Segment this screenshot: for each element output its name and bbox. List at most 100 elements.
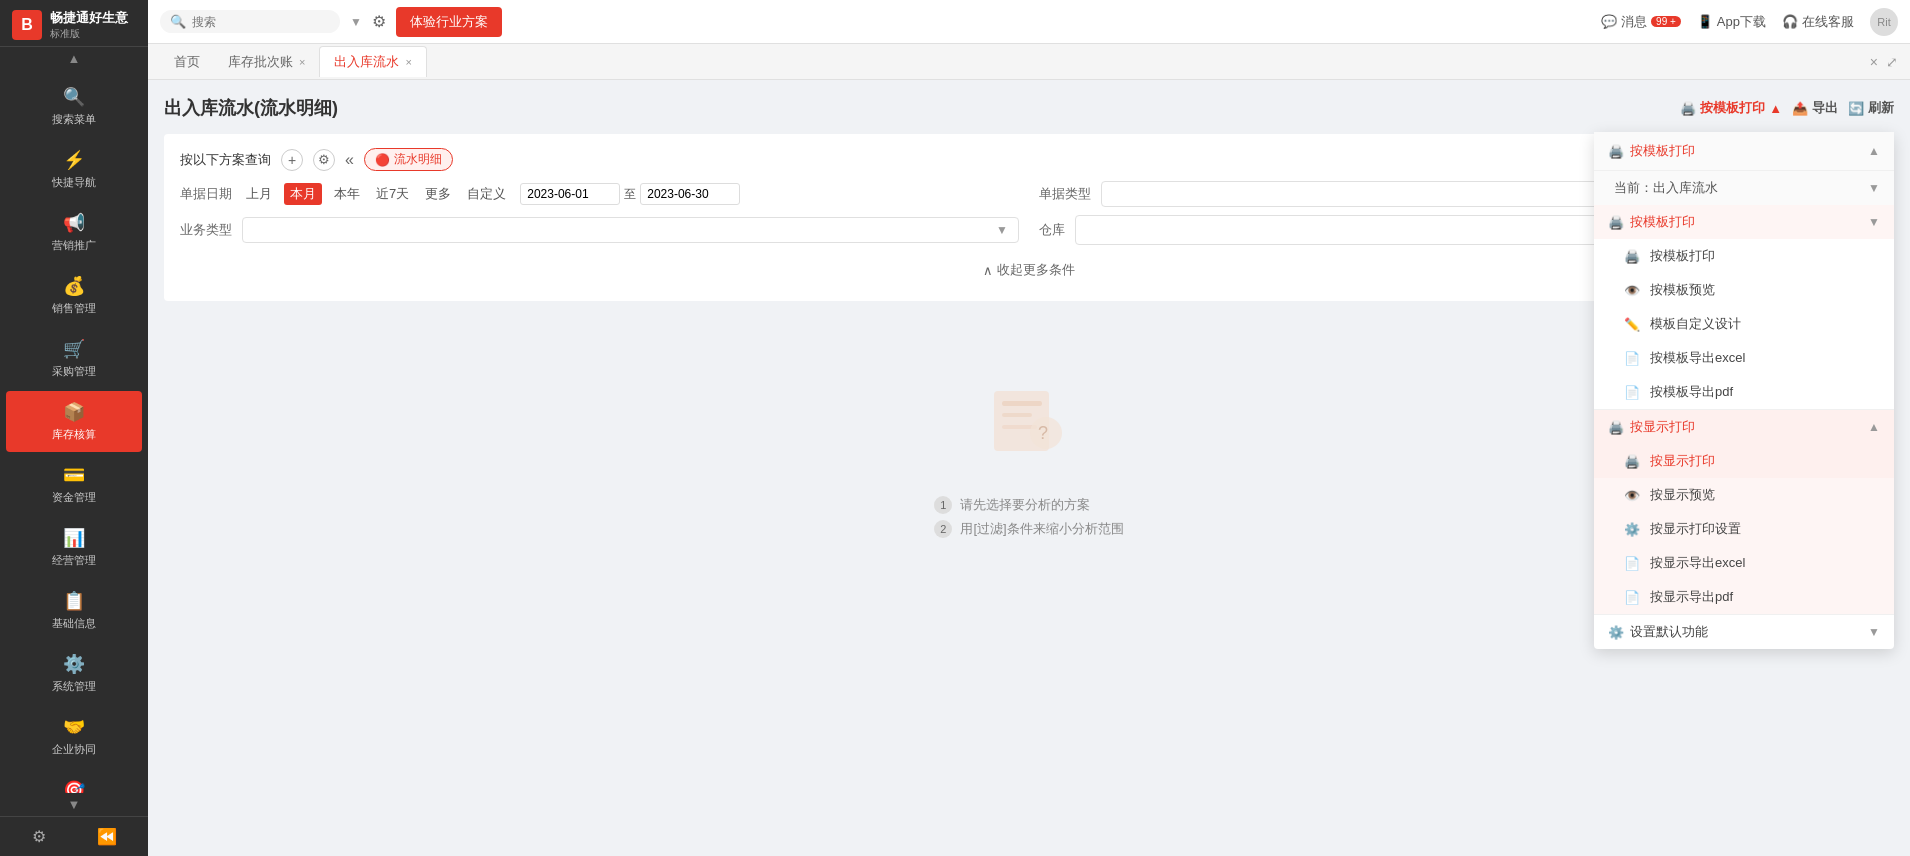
sidebar-item-collab[interactable]: 🤝 企业协同 [6,706,142,767]
print-template-btn[interactable]: 🖨️ 按模板打印 ▲ [1680,99,1782,117]
biz-type-select[interactable]: ▼ [242,217,1019,243]
sidebar-settings-btn[interactable]: ⚙ [32,827,46,846]
date-field: 单据日期 上月 本月 本年 近7天 更多 自定义 至 [180,183,1019,205]
dropdown-item-display-preview[interactable]: 👁️ 按显示预览 [1594,478,1894,512]
dropdown-item-display-settings[interactable]: ⚙️ 按显示打印设置 [1594,512,1894,546]
filter-add-btn[interactable]: + [281,149,303,171]
topbar-right: 💬 消息 99 + 📱 App下载 🎧 在线客服 Rit [1601,8,1898,36]
sidebar-item-operation[interactable]: 📊 经营管理 [6,517,142,578]
step-2-text: 用[过滤]条件来缩小分析范围 [960,520,1123,538]
trial-btn[interactable]: 体验行业方案 [396,7,502,37]
tab-flow-label: 出入库流水 [334,53,399,71]
date-opt-last-month[interactable]: 上月 [242,183,276,205]
messages-btn[interactable]: 💬 消息 99 + [1601,13,1681,31]
display-print-icon: 🖨️ [1624,454,1640,469]
sidebar-item-label: 库存核算 [52,427,96,442]
dropdown-item-display-excel[interactable]: 📄 按显示导出excel [1594,546,1894,580]
avatar-text: Rit [1877,16,1890,28]
dropdown-item-template-preview[interactable]: 👁️ 按模板预览 [1594,273,1894,307]
dropdown-item-template-pdf[interactable]: 📄 按模板导出pdf [1594,375,1894,409]
topbar-dropdown-icon[interactable]: ▼ [350,15,362,29]
date-opt-this-month[interactable]: 本月 [284,183,322,205]
dropdown-item-display-print[interactable]: 🖨️ 按显示打印 [1594,444,1894,478]
headset-icon: 🎧 [1782,14,1798,29]
date-range-start[interactable] [520,183,620,205]
date-range-end[interactable] [640,183,740,205]
dropdown-item-display-pdf[interactable]: 📄 按显示导出pdf [1594,580,1894,614]
dropdown-item-template-excel[interactable]: 📄 按模板导出excel [1594,341,1894,375]
sidebar-scroll-down[interactable]: ▼ [0,793,148,816]
customer-service-label: 在线客服 [1802,13,1854,31]
dropdown-collapse-arrow[interactable]: ▲ [1868,144,1880,158]
sidebar-item-finance[interactable]: 💳 资金管理 [6,454,142,515]
sidebar-item-sales[interactable]: 💰 销售管理 [6,265,142,326]
empty-step-2: 2 用[过滤]条件来缩小分析范围 [934,520,1123,538]
sales-icon: 💰 [63,275,85,297]
topbar-search[interactable]: 🔍 [160,10,340,33]
dropdown-current-item[interactable]: 当前：出入库流水 ▼ [1594,171,1894,205]
tab-flow[interactable]: 出入库流水 × [319,46,426,77]
tab-home[interactable]: 首页 [160,47,214,77]
date-opt-this-year[interactable]: 本年 [330,183,364,205]
svg-rect-1 [1002,401,1042,406]
step-2-num: 2 [934,520,952,538]
print-dropdown-arrow[interactable]: ▲ [1769,101,1782,116]
dropdown-item-template-custom[interactable]: ✏️ 模板自定义设计 [1594,307,1894,341]
dropdown-footer-title: ⚙️ 设置默认功能 [1608,623,1708,641]
display-excel-icon: 📄 [1624,556,1640,571]
filter-setting-btn[interactable]: ⚙ [313,149,335,171]
sidebar-item-basic[interactable]: 📋 基础信息 [6,580,142,641]
sidebar-item-label: 资金管理 [52,490,96,505]
print-dropdown-panel: 🖨️ 按模板打印 ▲ 当前：出入库流水 ▼ 🖨️ 按模板打印 [1594,132,1894,649]
avatar[interactable]: Rit [1870,8,1898,36]
operation-icon: 📊 [63,527,85,549]
quick-nav-icon: ⚡ [63,149,85,171]
tab-expand-icon[interactable]: ⤢ [1886,54,1898,70]
sidebar-item-label: 营销推广 [52,238,96,253]
filter-tag-flow[interactable]: 🔴 流水明细 [364,148,453,171]
sidebar-item-inventory[interactable]: 📦 库存核算 [6,391,142,452]
customer-service-btn[interactable]: 🎧 在线客服 [1782,13,1854,31]
main-area: 🔍 ▼ ⚙ 体验行业方案 💬 消息 99 + 📱 App下载 🎧 在线客服 [148,0,1910,856]
sidebar-collapse-btn[interactable]: ⏪ [97,827,117,846]
sidebar-item-guide[interactable]: 🎯 新手引导 [6,769,142,793]
sidebar-item-label: 企业协同 [52,742,96,757]
guide-icon: 🎯 [63,779,85,793]
message-badge: 99 + [1651,16,1681,27]
tab-batch-account-close[interactable]: × [299,56,305,68]
app-download-btn[interactable]: 📱 App下载 [1697,13,1766,31]
tab-close-all-icon[interactable]: × [1870,54,1878,70]
sidebar-item-purchase[interactable]: 🛒 采购管理 [6,328,142,389]
template-section-icon: 🖨️ [1608,215,1624,230]
date-opt-more[interactable]: 更多 [421,183,455,205]
footer-settings-icon: ⚙️ [1608,625,1624,640]
dropdown-display-header[interactable]: 🖨️ 按显示打印 ▲ [1594,410,1894,444]
refresh-btn[interactable]: 🔄 刷新 [1848,99,1894,117]
search-input[interactable] [192,15,312,29]
display-settings-icon: ⚙️ [1624,522,1640,537]
message-label: 消息 [1621,13,1647,31]
sidebar-item-system[interactable]: ⚙️ 系统管理 [6,643,142,704]
tab-batch-account[interactable]: 库存批次账 × [214,47,319,77]
dropdown-item-template-print[interactable]: 🖨️ 按模板打印 [1594,239,1894,273]
display-preview-label: 按显示预览 [1650,486,1880,504]
date-opt-last-7days[interactable]: 近7天 [372,183,413,205]
dropdown-footer[interactable]: ⚙️ 设置默认功能 ▼ [1594,615,1894,649]
date-opt-custom[interactable]: 自定义 [463,183,510,205]
export-btn[interactable]: 📤 导出 [1792,99,1838,117]
app-download-label: App下载 [1717,13,1766,31]
dropdown-display-title: 🖨️ 按显示打印 [1608,418,1695,436]
filter-collapse-icon[interactable]: « [345,151,354,169]
sidebar-item-quick-nav[interactable]: ⚡ 快捷导航 [6,139,142,200]
sidebar-scroll-up[interactable]: ▲ [0,47,148,70]
collab-icon: 🤝 [63,716,85,738]
sidebar-item-search-menu[interactable]: 🔍 搜索菜单 [6,76,142,137]
logo-main-text: 畅捷通好生意 [50,10,128,27]
tab-flow-close[interactable]: × [405,56,411,68]
biz-type-label: 业务类型 [180,221,232,239]
topbar-settings-icon[interactable]: ⚙ [372,12,386,31]
dropdown-template-header[interactable]: 🖨️ 按模板打印 ▼ [1594,205,1894,239]
svg-text:?: ? [1038,423,1048,443]
sidebar-item-label: 基础信息 [52,616,96,631]
sidebar-item-marketing[interactable]: 📢 营销推广 [6,202,142,263]
